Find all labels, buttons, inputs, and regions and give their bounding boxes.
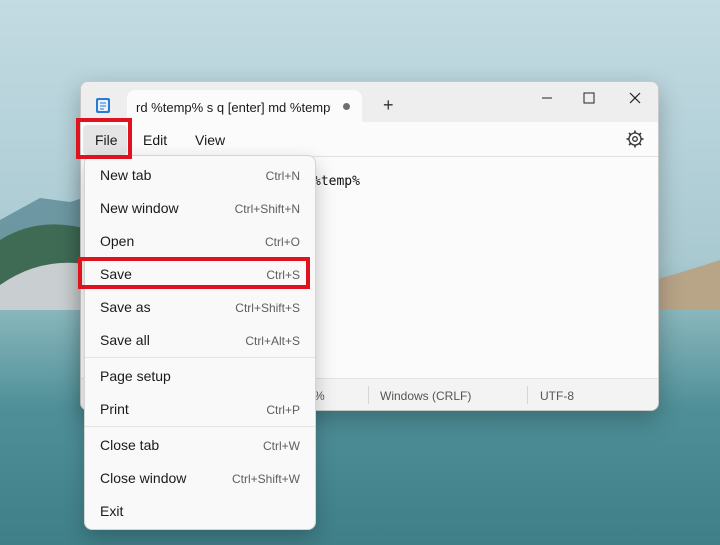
menu-item-label: New tab [100,167,152,183]
menu-item-label: Print [100,401,129,417]
gear-icon[interactable] [626,130,644,148]
tab-title: rd %temp% s q [enter] md %temp% [136,100,331,115]
status-divider [368,386,369,404]
menu-item-label: Save all [100,332,150,348]
file-dropdown-menu: New tab Ctrl+N New window Ctrl+Shift+N O… [84,155,316,530]
menu-item-shortcut: Ctrl+O [264,235,300,249]
menu-item-label: Open [100,233,135,249]
menu-item-shortcut: Ctrl+Alt+S [245,334,300,348]
menu-item-shortcut: Ctrl+N [265,169,300,183]
menu-divider [85,426,315,427]
menu-edit[interactable]: Edit [143,132,167,148]
menu-item-shortcut: Ctrl+Shift+S [235,301,300,315]
document-tab[interactable]: rd %temp% s q [enter] md %temp% [127,90,362,122]
maximize-icon[interactable] [575,88,603,108]
menu-item-save-all[interactable]: Save all Ctrl+Alt+S [85,324,315,356]
minimize-icon[interactable] [533,88,561,108]
menu-item-label: Exit [100,503,124,519]
editor-text: %temp% [313,174,360,189]
status-encoding: UTF-8 [540,389,574,403]
menu-item-shortcut: Ctrl+P [266,403,300,417]
unsaved-dot-icon[interactable] [343,103,350,110]
menu-item-open[interactable]: Open Ctrl+O [85,225,315,257]
menu-item-close-tab[interactable]: Close tab Ctrl+W [85,429,315,461]
menu-item-print[interactable]: Print Ctrl+P [85,393,315,425]
title-bar: rd %temp% s q [enter] md %temp% + [81,82,658,122]
menu-item-label: Page setup [100,368,171,384]
menu-view[interactable]: View [195,132,225,148]
menu-item-new-window[interactable]: New window Ctrl+Shift+N [85,192,315,224]
new-tab-button[interactable]: + [383,96,394,114]
menu-bar: File Edit View [81,122,658,156]
menu-item-page-setup[interactable]: Page setup [85,360,315,392]
close-icon[interactable] [621,88,649,108]
menu-divider [85,357,315,358]
status-divider [527,386,528,404]
menu-item-exit[interactable]: Exit [85,495,315,527]
menu-item-label: Close tab [100,437,160,453]
menu-item-shortcut: Ctrl+Shift+W [231,472,300,486]
menu-item-new-tab[interactable]: New tab Ctrl+N [85,159,315,191]
notepad-app-icon [96,98,110,113]
menu-item-shortcut: Ctrl+Shift+N [234,202,300,216]
menu-item-label: Save as [100,299,151,315]
menu-item-label: Close window [100,470,187,486]
save-item-highlight [78,257,310,289]
menu-item-shortcut: Ctrl+W [263,439,300,453]
menu-item-label: New window [100,200,179,216]
status-line-ending: Windows (CRLF) [380,389,472,403]
menu-item-close-window[interactable]: Close window Ctrl+Shift+W [85,462,315,494]
file-menu-highlight [76,118,132,159]
menu-item-save-as[interactable]: Save as Ctrl+Shift+S [85,291,315,323]
